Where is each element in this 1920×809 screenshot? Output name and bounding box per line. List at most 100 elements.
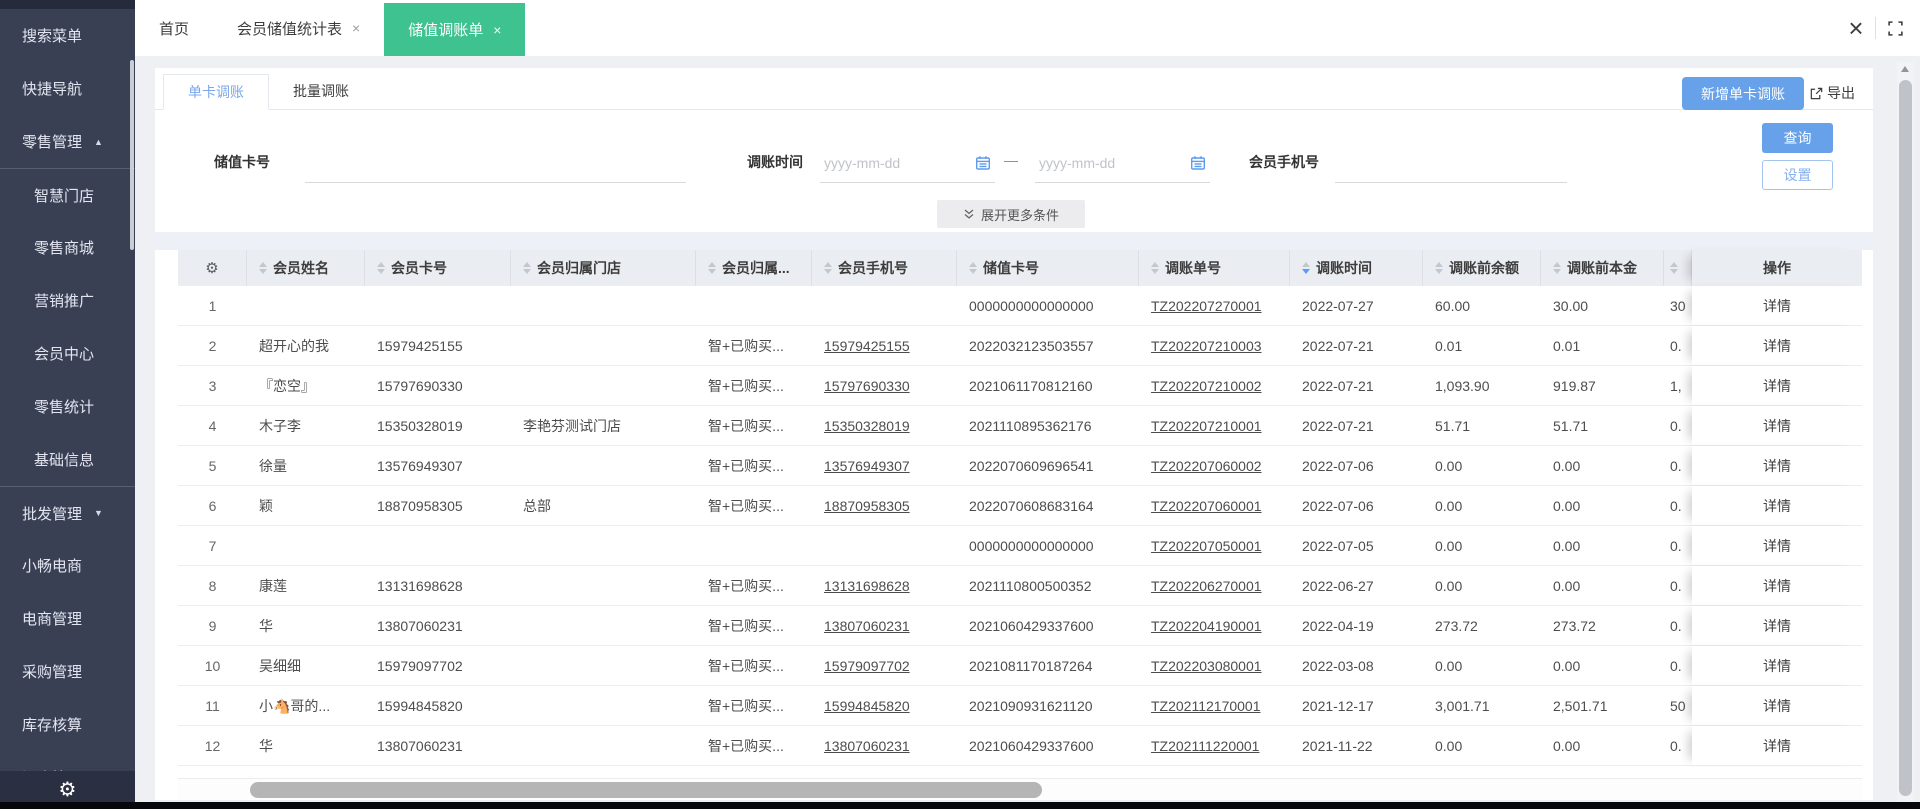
detail-link[interactable]: 详情 xyxy=(1763,616,1791,636)
column-header-cut[interactable] xyxy=(1664,250,1692,286)
fullscreen-button[interactable] xyxy=(1876,0,1914,56)
sort-arrows-icon[interactable] xyxy=(824,262,832,274)
query-button[interactable]: 查询 xyxy=(1762,123,1833,153)
order-number-link[interactable]: TZ202207210003 xyxy=(1151,338,1262,354)
sidebar-scrollbar[interactable] xyxy=(130,60,134,250)
column-header-会员姓名[interactable]: 会员姓名 xyxy=(247,250,365,286)
detail-link[interactable]: 详情 xyxy=(1763,656,1791,676)
order-number-link[interactable]: TZ202207270001 xyxy=(1151,298,1262,314)
sidebar-item-小畅电商[interactable]: 小畅电商 xyxy=(0,539,135,592)
member-phone-input[interactable] xyxy=(1335,143,1567,183)
date-from-input[interactable]: yyyy-mm-dd xyxy=(820,143,995,183)
sidebar-item-快捷导航[interactable]: 快捷导航 xyxy=(0,62,135,115)
vertical-scrollbar[interactable] xyxy=(1897,62,1914,802)
settings-button[interactable]: 设置 xyxy=(1762,160,1833,190)
sort-arrows-icon[interactable] xyxy=(969,262,977,274)
detail-link[interactable]: 详情 xyxy=(1763,576,1791,596)
phone-link[interactable]: 15979425155 xyxy=(824,338,910,354)
sidebar-item-采购管理[interactable]: 采购管理 xyxy=(0,645,135,698)
sidebar-item-会员中心[interactable]: 会员中心 xyxy=(0,327,135,380)
column-header-调账前本金[interactable]: 调账前本金 xyxy=(1541,250,1664,286)
column-header-调账前余额[interactable]: 调账前余额 xyxy=(1423,250,1541,286)
phone-link[interactable]: 13576949307 xyxy=(824,458,910,474)
detail-link[interactable]: 详情 xyxy=(1763,696,1791,716)
detail-link[interactable]: 详情 xyxy=(1763,416,1791,436)
close-window-button[interactable]: × xyxy=(1837,0,1875,56)
sort-arrows-icon[interactable] xyxy=(1151,262,1159,274)
sort-arrows-icon[interactable] xyxy=(259,262,267,274)
cell-phone: 13807060231 xyxy=(812,726,957,765)
order-number-link[interactable]: TZ202207210001 xyxy=(1151,418,1262,434)
sidebar-item-零售统计[interactable]: 零售统计 xyxy=(0,380,135,433)
sort-arrows-icon[interactable] xyxy=(523,262,531,274)
vertical-scrollbar-thumb[interactable] xyxy=(1899,80,1912,796)
detail-link[interactable]: 详情 xyxy=(1763,456,1791,476)
scroll-up-arrow-icon[interactable] xyxy=(1901,66,1909,72)
order-number-link[interactable]: TZ202203080001 xyxy=(1151,658,1262,674)
phone-link[interactable]: 15350328019 xyxy=(824,418,910,434)
phone-link[interactable]: 15979097702 xyxy=(824,658,910,674)
settings-gear-icon[interactable]: ⚙ xyxy=(59,780,77,800)
sidebar-item-零售管理[interactable]: 零售管理 ▲ xyxy=(0,115,135,168)
order-number-link[interactable]: TZ202204190001 xyxy=(1151,618,1262,634)
phone-link[interactable]: 15797690330 xyxy=(824,378,910,394)
detail-link[interactable]: 详情 xyxy=(1763,376,1791,396)
sort-arrows-icon[interactable] xyxy=(1302,262,1310,274)
calendar-icon[interactable] xyxy=(975,155,991,171)
sort-arrows-icon[interactable] xyxy=(1553,262,1561,274)
phone-link[interactable]: 13807060231 xyxy=(824,738,910,754)
calendar-icon[interactable] xyxy=(1190,155,1206,171)
panel-tab-单卡调账[interactable]: 单卡调账 xyxy=(163,74,269,110)
order-number-link[interactable]: TZ202112170001 xyxy=(1151,698,1261,714)
sidebar-item-电商管理[interactable]: 电商管理 xyxy=(0,592,135,645)
column-header-会员卡号[interactable]: 会员卡号 xyxy=(365,250,511,286)
detail-link[interactable]: 详情 xyxy=(1763,296,1791,316)
horizontal-scrollbar-track[interactable] xyxy=(178,778,1862,800)
horizontal-scrollbar-thumb[interactable] xyxy=(250,782,1042,798)
sidebar-item-零售商城[interactable]: 零售商城 xyxy=(0,221,135,274)
column-header-储值卡号[interactable]: 储值卡号 xyxy=(957,250,1139,286)
date-to-input[interactable]: yyyy-mm-dd xyxy=(1035,143,1210,183)
export-button[interactable]: 导出 xyxy=(1809,81,1855,105)
phone-link[interactable]: 18870958305 xyxy=(824,498,910,514)
detail-link[interactable]: 详情 xyxy=(1763,736,1791,756)
phone-link[interactable]: 13131698628 xyxy=(824,578,910,594)
tab-close-icon[interactable]: × xyxy=(493,22,501,38)
order-number-link[interactable]: TZ202207050001 xyxy=(1151,538,1262,554)
phone-link[interactable]: 13807060231 xyxy=(824,618,910,634)
column-header-idx[interactable]: ⚙ xyxy=(178,250,247,286)
sidebar-item-智慧门店[interactable]: 智慧门店 xyxy=(0,168,135,221)
column-header-调账时间[interactable]: 调账时间 xyxy=(1290,250,1423,286)
top-tab-储值调账单[interactable]: 储值调账单 × xyxy=(384,3,526,56)
column-header-会员归属...[interactable]: 会员归属... xyxy=(696,250,812,286)
order-number-link[interactable]: TZ202206270001 xyxy=(1151,578,1262,594)
top-tab-首页[interactable]: 首页 xyxy=(135,0,213,56)
sort-arrows-icon[interactable] xyxy=(1435,262,1443,274)
phone-link[interactable]: 15994845820 xyxy=(824,698,910,714)
sidebar-item-批发管理[interactable]: 批发管理 ▼ xyxy=(0,486,135,539)
sort-arrows-icon[interactable] xyxy=(377,262,385,274)
top-tab-会员储值统计表[interactable]: 会员储值统计表 × xyxy=(213,0,384,56)
column-header-会员归属门店[interactable]: 会员归属门店 xyxy=(511,250,696,286)
detail-link[interactable]: 详情 xyxy=(1763,536,1791,556)
column-header-调账单号[interactable]: 调账单号 xyxy=(1139,250,1290,286)
order-number-link[interactable]: TZ202111220001 xyxy=(1151,738,1259,754)
sidebar-item-营销推广[interactable]: 营销推广 xyxy=(0,274,135,327)
order-number-link[interactable]: TZ202207060001 xyxy=(1151,498,1262,514)
detail-link[interactable]: 详情 xyxy=(1763,496,1791,516)
sidebar-item-基础信息[interactable]: 基础信息 xyxy=(0,433,135,486)
sidebar-item-搜索菜单[interactable]: 搜索菜单 xyxy=(0,9,135,62)
detail-link[interactable]: 详情 xyxy=(1763,336,1791,356)
tab-close-icon[interactable]: × xyxy=(352,20,360,36)
expand-more-button[interactable]: 展开更多条件 xyxy=(937,200,1085,228)
new-adjust-button[interactable]: 新增单卡调账 xyxy=(1682,77,1804,110)
column-header-会员手机号[interactable]: 会员手机号 xyxy=(812,250,957,286)
order-number-link[interactable]: TZ202207210002 xyxy=(1151,378,1262,394)
column-settings-gear-icon[interactable]: ⚙ xyxy=(205,259,218,277)
sort-arrows-icon[interactable] xyxy=(708,262,716,274)
order-number-link[interactable]: TZ202207060002 xyxy=(1151,458,1262,474)
sidebar-item-库存核算[interactable]: 库存核算 xyxy=(0,698,135,751)
sort-arrows-icon[interactable] xyxy=(1670,262,1678,274)
panel-tab-批量调账[interactable]: 批量调账 xyxy=(269,73,373,109)
stored-card-input[interactable] xyxy=(305,143,686,183)
